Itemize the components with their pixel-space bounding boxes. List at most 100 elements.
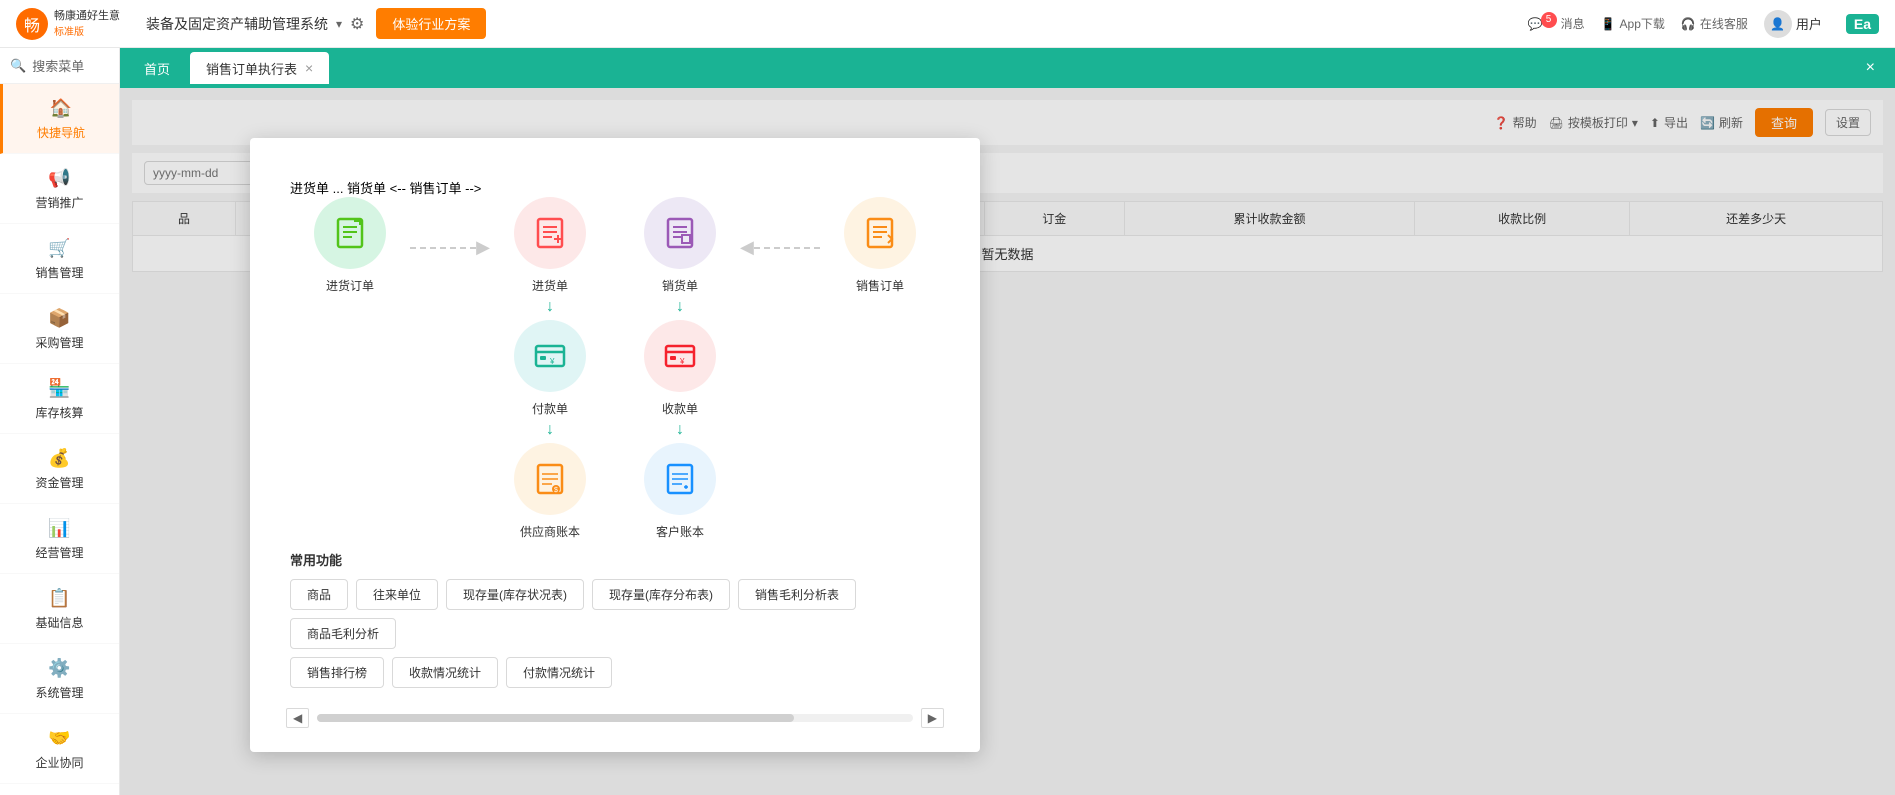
scrollbar-thumb bbox=[317, 714, 793, 722]
inventory-icon: 🏪 bbox=[48, 376, 72, 400]
func-btn-payment-stat[interactable]: 付款情况统计 bbox=[506, 657, 612, 688]
content-area: 首页 销售订单执行表 × × ❓ 帮助 🖨 按模板打印 ▾ bbox=[120, 48, 1895, 795]
business-label: 经营管理 bbox=[35, 544, 83, 561]
sidebar-item-newguide[interactable]: 🔰 新手引导 bbox=[0, 784, 119, 795]
sale-order-label: 销售订单 bbox=[856, 277, 904, 294]
purchase-order-icon bbox=[314, 197, 386, 269]
sales-icon: 🛒 bbox=[48, 236, 72, 260]
tab-active-label: 销售订单执行表 bbox=[206, 59, 297, 78]
modal-overlay[interactable]: 进货单 ... 销货单 <-- 销售订单 --> 进货订单 bbox=[120, 88, 1895, 795]
enterprise-label: 企业协同 bbox=[35, 754, 83, 771]
svg-text:¥: ¥ bbox=[679, 357, 685, 366]
marketing-icon: 📢 bbox=[48, 166, 72, 190]
message-label: 消息 bbox=[1561, 15, 1585, 32]
header-right: 💬 5 消息 📱 App下载 🎧 在线客服 👤 用户 Ea bbox=[1528, 10, 1879, 38]
basic-label: 基础信息 bbox=[35, 614, 83, 631]
top-header: 畅 畅康通好生意 标准版 装备及固定资产辅助管理系统 ▾ ⚙ 体验行业方案 💬 … bbox=[0, 0, 1895, 48]
receipt-icon: ¥ bbox=[644, 320, 716, 392]
logo-sub-text: 标准版 bbox=[54, 23, 120, 38]
purchase-order-label: 进货订单 bbox=[326, 277, 374, 294]
svg-text:¥: ¥ bbox=[549, 357, 555, 366]
tab-bar: 首页 销售订单执行表 × × bbox=[120, 48, 1895, 88]
sidebar-item-basic[interactable]: 📋 基础信息 bbox=[0, 574, 119, 644]
system-dropdown-btn[interactable]: ▾ bbox=[336, 17, 342, 31]
basic-icon: 📋 bbox=[48, 586, 72, 610]
sidebar-item-finance[interactable]: 💰 资金管理 bbox=[0, 434, 119, 504]
settings-icon[interactable]: ⚙ bbox=[350, 14, 364, 34]
tab-home[interactable]: 首页 bbox=[128, 48, 186, 88]
logo-text: 畅康通好生意 标准版 bbox=[54, 9, 120, 38]
trial-btn[interactable]: 体验行业方案 bbox=[376, 8, 486, 39]
message-badge: 5 bbox=[1541, 12, 1557, 28]
func-btn-product-profit[interactable]: 商品毛利分析 bbox=[290, 618, 396, 649]
business-icon: 📊 bbox=[48, 516, 72, 540]
flow-node-purchase-order[interactable]: 进货订单 bbox=[290, 197, 410, 294]
sidebar-item-business[interactable]: 📊 经营管理 bbox=[0, 504, 119, 574]
purchase-label: 采购管理 bbox=[35, 334, 83, 351]
page-content: ❓ 帮助 🖨 按模板打印 ▾ ⬆ 导出 🔄 刷新 查询 设置 bbox=[120, 88, 1895, 795]
online-service-btn[interactable]: 🎧 在线客服 bbox=[1681, 15, 1748, 32]
enterprise-icon: 🤝 bbox=[48, 726, 72, 750]
sidebar-item-sales[interactable]: 🛒 销售管理 bbox=[0, 224, 119, 294]
func-btn-stock-dist[interactable]: 现存量(库存分布表) bbox=[592, 579, 730, 610]
quick-nav-icon: 🏠 bbox=[49, 96, 73, 120]
sidebar-item-purchase[interactable]: 📦 采购管理 bbox=[0, 294, 119, 364]
sale-bill-label: 销货单 bbox=[662, 277, 698, 294]
purchase-bill-label: 进货单 bbox=[532, 277, 568, 294]
receipt-label: 收款单 bbox=[662, 400, 698, 417]
flow-node-payment[interactable]: ¥ 付款单 bbox=[490, 320, 610, 417]
tab-sales-execution[interactable]: 销售订单执行表 × bbox=[190, 52, 329, 84]
sale-order-icon bbox=[844, 197, 916, 269]
svg-text:$: $ bbox=[554, 487, 558, 494]
sidebar-item-quick-nav[interactable]: 🏠 快捷导航 bbox=[0, 84, 119, 154]
system-label: 系统管理 bbox=[35, 684, 83, 701]
func-buttons-row2: 销售排行榜 收款情况统计 付款情况统计 bbox=[290, 657, 940, 688]
payment-label: 付款单 bbox=[532, 400, 568, 417]
flow-node-supplier-account[interactable]: $ 供应商账本 bbox=[490, 443, 610, 540]
flow-node-sale-bill[interactable]: 销货单 bbox=[620, 197, 740, 294]
tab-close-btn[interactable]: × bbox=[305, 60, 313, 76]
logo-main-text: 畅康通好生意 bbox=[54, 9, 120, 23]
scroll-left-btn[interactable]: ◀ bbox=[286, 708, 309, 728]
system-title-area: 装备及固定资产辅助管理系统 ▾ ⚙ 体验行业方案 bbox=[146, 8, 1528, 39]
logo-area: 畅 畅康通好生意 标准版 bbox=[16, 8, 136, 40]
logo-icon: 畅 bbox=[16, 8, 48, 40]
sidebar: 🔍 搜索菜单 🏠 快捷导航 📢 营销推广 🛒 销售管理 📦 采购管理 🏪 库存核… bbox=[0, 48, 120, 795]
sidebar-search[interactable]: 🔍 搜索菜单 bbox=[0, 48, 119, 84]
payment-icon: ¥ bbox=[514, 320, 586, 392]
sidebar-item-inventory[interactable]: 🏪 库存核算 bbox=[0, 364, 119, 434]
func-btn-sale-profit[interactable]: 销售毛利分析表 bbox=[738, 579, 856, 610]
flow-node-purchase-bill[interactable]: 进货单 bbox=[490, 197, 610, 294]
app-icon: 📱 bbox=[1601, 17, 1616, 31]
app-download-btn[interactable]: 📱 App下载 bbox=[1601, 15, 1665, 32]
system-icon: ⚙️ bbox=[48, 656, 72, 680]
sale-bill-icon bbox=[644, 197, 716, 269]
message-btn[interactable]: 💬 5 消息 bbox=[1528, 15, 1585, 32]
quick-nav-label: 快捷导航 bbox=[37, 124, 85, 141]
func-btn-partner[interactable]: 往来单位 bbox=[356, 579, 438, 610]
flow-node-customer-account[interactable]: 客户账本 bbox=[620, 443, 740, 540]
sidebar-item-system[interactable]: ⚙️ 系统管理 bbox=[0, 644, 119, 714]
sidebar-item-enterprise[interactable]: 🤝 企业协同 bbox=[0, 714, 119, 784]
common-func-title: 常用功能 bbox=[290, 550, 940, 569]
customer-account-icon bbox=[644, 443, 716, 515]
flow-node-sale-order[interactable]: 销售订单 bbox=[820, 197, 940, 294]
user-area[interactable]: 👤 用户 bbox=[1764, 10, 1822, 38]
search-icon: 🔍 bbox=[10, 58, 26, 74]
inventory-label: 库存核算 bbox=[35, 404, 83, 421]
flow-node-receipt[interactable]: ¥ 收款单 bbox=[620, 320, 740, 417]
avatar: 👤 bbox=[1764, 10, 1792, 38]
user-label: 用户 bbox=[1796, 14, 1822, 33]
supplier-account-icon: $ bbox=[514, 443, 586, 515]
func-btn-product[interactable]: 商品 bbox=[290, 579, 348, 610]
func-btn-stock-status[interactable]: 现存量(库存状况表) bbox=[446, 579, 584, 610]
func-btn-receipt-stat[interactable]: 收款情况统计 bbox=[392, 657, 498, 688]
modal-card: 进货单 ... 销货单 <-- 销售订单 --> 进货订单 bbox=[250, 138, 980, 752]
supplier-account-label: 供应商账本 bbox=[520, 523, 580, 540]
scroll-right-btn[interactable]: ▶ bbox=[921, 708, 944, 728]
sidebar-item-marketing[interactable]: 📢 营销推广 bbox=[0, 154, 119, 224]
customer-account-label: 客户账本 bbox=[656, 523, 704, 540]
func-btn-sales-rank[interactable]: 销售排行榜 bbox=[290, 657, 384, 688]
marketing-label: 营销推广 bbox=[35, 194, 83, 211]
main-close-btn[interactable]: × bbox=[1854, 59, 1887, 77]
